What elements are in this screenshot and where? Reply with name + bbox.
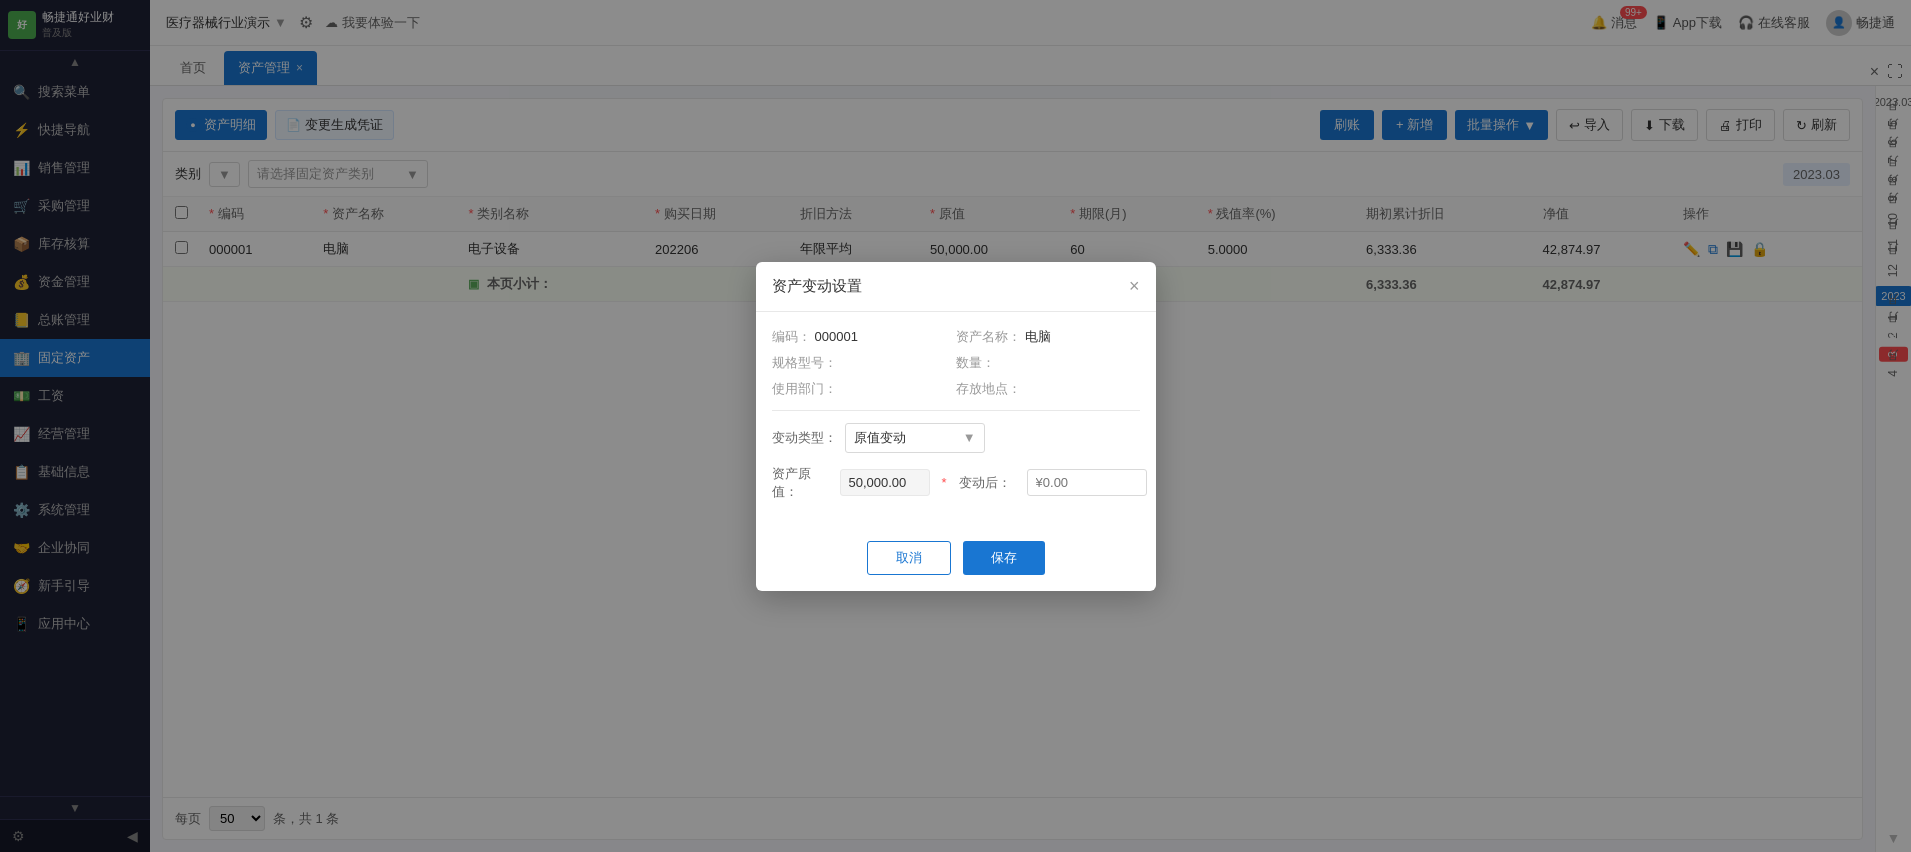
asset-name-label: 资产名称： — [956, 328, 1021, 346]
code-label: 编码： — [772, 328, 811, 346]
required-star: * — [942, 475, 947, 490]
change-type-chevron: ▼ — [963, 430, 976, 445]
asset-value-row: 资产原值： 50,000.00 * 变动后： — [772, 465, 1140, 501]
modal-footer: 取消 保存 — [756, 529, 1156, 591]
code-value: 000001 — [815, 329, 858, 344]
modal-title: 资产变动设置 — [772, 277, 862, 296]
spec-label: 规格型号： — [772, 354, 837, 372]
modal-info-grid: 编码： 000001 资产名称： 电脑 规格型号： 数量： 使用部门： — [772, 328, 1140, 398]
modal-header: 资产变动设置 × — [756, 262, 1156, 312]
change-type-row: 变动类型： 原值变动 ▼ — [772, 423, 1140, 453]
location-label: 存放地点： — [956, 380, 1021, 398]
info-quantity-row: 数量： — [956, 354, 1140, 372]
quantity-label: 数量： — [956, 354, 995, 372]
asset-name-value: 电脑 — [1025, 328, 1051, 346]
asset-change-modal: 资产变动设置 × 编码： 000001 资产名称： 电脑 规格型号： 数量： — [756, 262, 1156, 591]
after-change-input[interactable] — [1027, 469, 1147, 496]
info-code-row: 编码： 000001 — [772, 328, 956, 346]
info-spec-row: 规格型号： — [772, 354, 956, 372]
cancel-btn[interactable]: 取消 — [867, 541, 951, 575]
asset-value-label: 资产原值： — [772, 465, 832, 501]
modal-divider — [772, 410, 1140, 411]
asset-value-display: 50,000.00 — [840, 469, 930, 496]
change-type-select[interactable]: 原值变动 ▼ — [845, 423, 985, 453]
modal-close-btn[interactable]: × — [1129, 276, 1140, 297]
info-dept-row: 使用部门： — [772, 380, 956, 398]
modal-body: 编码： 000001 资产名称： 电脑 规格型号： 数量： 使用部门： — [756, 312, 1156, 529]
info-asset-name-row: 资产名称： 电脑 — [956, 328, 1140, 346]
dept-label: 使用部门： — [772, 380, 837, 398]
after-change-label: 变动后： — [959, 474, 1019, 492]
modal-overlay[interactable]: 资产变动设置 × 编码： 000001 资产名称： 电脑 规格型号： 数量： — [0, 0, 1911, 852]
change-type-label: 变动类型： — [772, 429, 837, 447]
info-location-row: 存放地点： — [956, 380, 1140, 398]
save-btn[interactable]: 保存 — [963, 541, 1045, 575]
